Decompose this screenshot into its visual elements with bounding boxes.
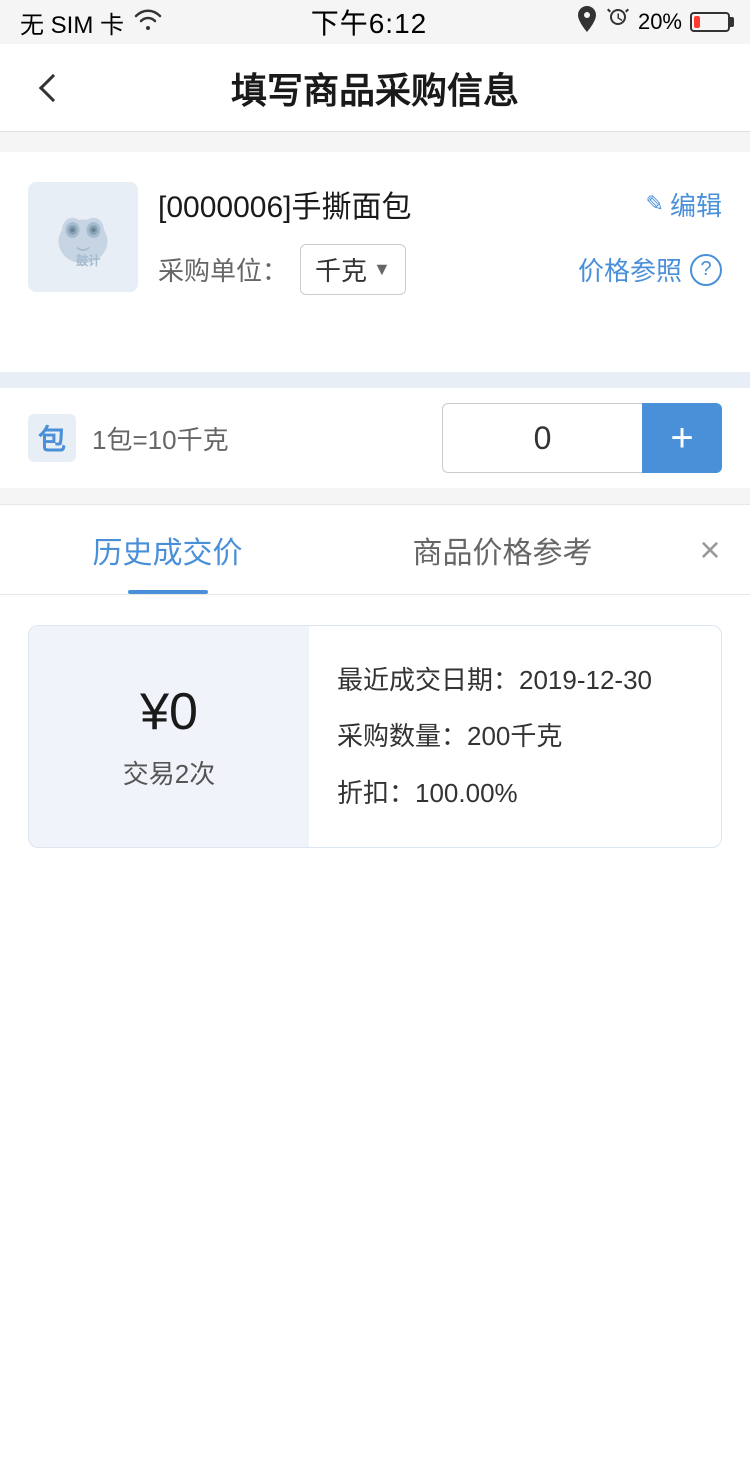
back-arrow-icon bbox=[39, 73, 67, 101]
trade-count: 交易2次 bbox=[123, 754, 215, 791]
product-row: 鼓计 [0000006]手撕面包 ✎ 编辑 采购单位： 千克 ▼ bbox=[28, 182, 722, 295]
recent-date-value: 2019-12-30 bbox=[519, 665, 652, 695]
battery-percent: 20% bbox=[638, 9, 682, 35]
section-divider bbox=[0, 372, 750, 388]
unit-value: 千克 bbox=[315, 251, 367, 288]
help-icon: ? bbox=[690, 254, 722, 286]
price-card-left: ¥0 交易2次 bbox=[29, 626, 309, 847]
alarm-icon bbox=[606, 7, 630, 37]
quantity-plus-button[interactable]: + bbox=[642, 403, 722, 473]
quantity-input[interactable] bbox=[442, 403, 642, 473]
tab-history-price[interactable]: 历史成交价 bbox=[0, 505, 335, 594]
product-info: [0000006]手撕面包 ✎ 编辑 采购单位： 千克 ▼ 价格参照 bbox=[158, 182, 722, 295]
product-header: [0000006]手撕面包 ✎ 编辑 bbox=[158, 182, 722, 226]
discount-row: 折扣：100.00% bbox=[337, 775, 693, 811]
recent-date-row: 最近成交日期：2019-12-30 bbox=[337, 662, 693, 698]
unit-label: 采购单位： bbox=[158, 251, 288, 288]
tab-close-button[interactable]: × bbox=[670, 529, 750, 571]
bottom-area bbox=[0, 878, 750, 1478]
unit-select[interactable]: 千克 ▼ bbox=[300, 244, 406, 295]
tab-product-label: 商品价格参考 bbox=[413, 528, 593, 572]
quantity-unit-box: 包 bbox=[28, 414, 76, 462]
price-card-right: 最近成交日期：2019-12-30 采购数量：200千克 折扣：100.00% bbox=[309, 626, 721, 847]
wifi-icon bbox=[134, 8, 162, 37]
status-time: 下午6:12 bbox=[311, 2, 428, 42]
back-button[interactable] bbox=[28, 63, 78, 113]
tab-active-indicator bbox=[128, 590, 208, 594]
battery-icon bbox=[690, 12, 730, 32]
nav-bar: 填写商品采购信息 bbox=[0, 44, 750, 132]
price-main: ¥0 bbox=[140, 682, 198, 742]
unit-left: 采购单位： 千克 ▼ bbox=[158, 244, 406, 295]
tab-product-price[interactable]: 商品价格参考 bbox=[335, 505, 670, 594]
history-content: ¥0 交易2次 最近成交日期：2019-12-30 采购数量：200千克 折扣：… bbox=[0, 595, 750, 878]
quantity-row: 采购数量：200千克 bbox=[337, 718, 693, 754]
discount-value: 100.00% bbox=[415, 778, 518, 808]
page-title: 填写商品采购信息 bbox=[231, 62, 519, 114]
svg-text:鼓计: 鼓计 bbox=[76, 253, 101, 268]
status-left: 无 SIM 卡 bbox=[20, 5, 162, 40]
tab-bar: 历史成交价 商品价格参考 × bbox=[0, 505, 750, 595]
carrier-text: 无 SIM 卡 bbox=[20, 5, 124, 40]
currency-symbol: ¥ bbox=[140, 683, 169, 741]
edit-label: 编辑 bbox=[670, 186, 722, 223]
tab-history-label: 历史成交价 bbox=[93, 528, 243, 572]
status-right: 20% bbox=[576, 6, 730, 38]
discount-label: 折扣： bbox=[337, 778, 415, 808]
edit-icon: ✎ bbox=[646, 191, 664, 217]
plus-icon: + bbox=[670, 416, 693, 461]
status-bar: 无 SIM 卡 下午6:12 20% bbox=[0, 0, 750, 44]
purchase-unit-row: 采购单位： 千克 ▼ 价格参照 ? bbox=[158, 244, 722, 295]
tab-section: 历史成交价 商品价格参考 × ¥0 交易2次 最近成交日期：2019-12-30 bbox=[0, 504, 750, 878]
price-card: ¥0 交易2次 最近成交日期：2019-12-30 采购数量：200千克 折扣：… bbox=[28, 625, 722, 848]
price-value: 0 bbox=[169, 683, 198, 741]
recent-date-label: 最近成交日期： bbox=[337, 665, 519, 695]
quantity-value: 200千克 bbox=[467, 721, 562, 751]
quantity-right: + bbox=[442, 403, 722, 473]
edit-button[interactable]: ✎ 编辑 bbox=[646, 186, 722, 223]
product-image: 鼓计 bbox=[28, 182, 138, 292]
close-icon: × bbox=[699, 529, 720, 571]
product-name: [0000006]手撕面包 bbox=[158, 182, 411, 226]
quantity-left: 包 1包=10千克 bbox=[28, 414, 229, 462]
price-reference-button[interactable]: 价格参照 ? bbox=[578, 251, 722, 288]
quantity-unit-char: 包 bbox=[38, 418, 66, 458]
location-icon bbox=[576, 6, 598, 38]
price-ref-label: 价格参照 bbox=[578, 251, 682, 288]
dropdown-arrow-icon: ▼ bbox=[373, 259, 391, 280]
quantity-label: 采购数量： bbox=[337, 721, 467, 751]
quantity-section: 包 1包=10千克 + bbox=[0, 388, 750, 488]
quantity-unit-description: 1包=10千克 bbox=[92, 420, 229, 457]
product-section: 鼓计 [0000006]手撕面包 ✎ 编辑 采购单位： 千克 ▼ bbox=[0, 152, 750, 372]
